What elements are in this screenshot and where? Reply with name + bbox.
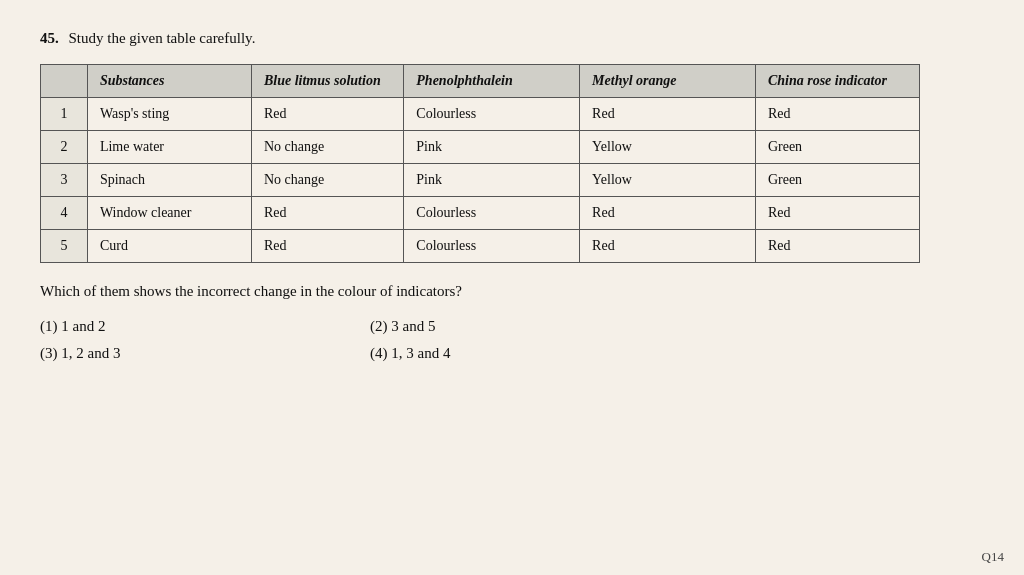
option-2[interactable]: (2) 3 and 5 [370, 318, 640, 335]
cell-phenol: Colourless [404, 230, 580, 263]
cell-num: 1 [41, 98, 88, 131]
cell-substance: Lime water [87, 131, 251, 164]
cell-phenol: Colourless [404, 197, 580, 230]
table-row: 1 Wasp's sting Red Colourless Red Red [41, 98, 920, 131]
col-header-blue: Blue litmus solution [251, 65, 403, 98]
cell-methyl: Yellow [580, 131, 756, 164]
cell-china: Red [755, 230, 919, 263]
cell-phenol: Pink [404, 164, 580, 197]
cell-methyl: Red [580, 197, 756, 230]
cell-phenol: Colourless [404, 98, 580, 131]
cell-substance: Spinach [87, 164, 251, 197]
table-row: 4 Window cleaner Red Colourless Red Red [41, 197, 920, 230]
cell-blue: Red [251, 197, 403, 230]
cell-num: 3 [41, 164, 88, 197]
col-header-methyl: Methyl orange [580, 65, 756, 98]
cell-substance: Curd [87, 230, 251, 263]
col-header-num [41, 65, 88, 98]
col-header-substances: Substances [87, 65, 251, 98]
cell-blue: Red [251, 98, 403, 131]
sub-question: Which of them shows the incorrect change… [40, 283, 984, 300]
question-text: Study the given table carefully. [69, 30, 256, 46]
options-grid: (1) 1 and 2 (2) 3 and 5 (3) 1, 2 and 3 (4) … [40, 318, 640, 362]
cell-blue: No change [251, 131, 403, 164]
cell-china: Red [755, 197, 919, 230]
cell-methyl: Red [580, 98, 756, 131]
cell-phenol: Pink [404, 131, 580, 164]
cell-num: 4 [41, 197, 88, 230]
cell-substance: Wasp's sting [87, 98, 251, 131]
table-row: 3 Spinach No change Pink Yellow Green [41, 164, 920, 197]
cell-substance: Window cleaner [87, 197, 251, 230]
indicator-table: Substances Blue litmus solution Phenolph… [40, 64, 920, 263]
cell-num: 2 [41, 131, 88, 164]
cell-china: Red [755, 98, 919, 131]
col-header-china: China rose indicator [755, 65, 919, 98]
cell-num: 5 [41, 230, 88, 263]
cell-china: Green [755, 131, 919, 164]
table-row: 2 Lime water No change Pink Yellow Green [41, 131, 920, 164]
cell-methyl: Red [580, 230, 756, 263]
cell-blue: Red [251, 230, 403, 263]
table-row: 5 Curd Red Colourless Red Red [41, 230, 920, 263]
option-3[interactable]: (3) 1, 2 and 3 [40, 345, 310, 362]
option-4[interactable]: (4) 1, 3 and 4 [370, 345, 640, 362]
cell-methyl: Yellow [580, 164, 756, 197]
option-1[interactable]: (1) 1 and 2 [40, 318, 310, 335]
question-number: 45. [40, 30, 59, 46]
col-header-phenol: Phenolphthalein [404, 65, 580, 98]
page-number: Q14 [982, 549, 1004, 565]
question-header: 45. Study the given table carefully. [40, 30, 984, 47]
cell-blue: No change [251, 164, 403, 197]
cell-china: Green [755, 164, 919, 197]
